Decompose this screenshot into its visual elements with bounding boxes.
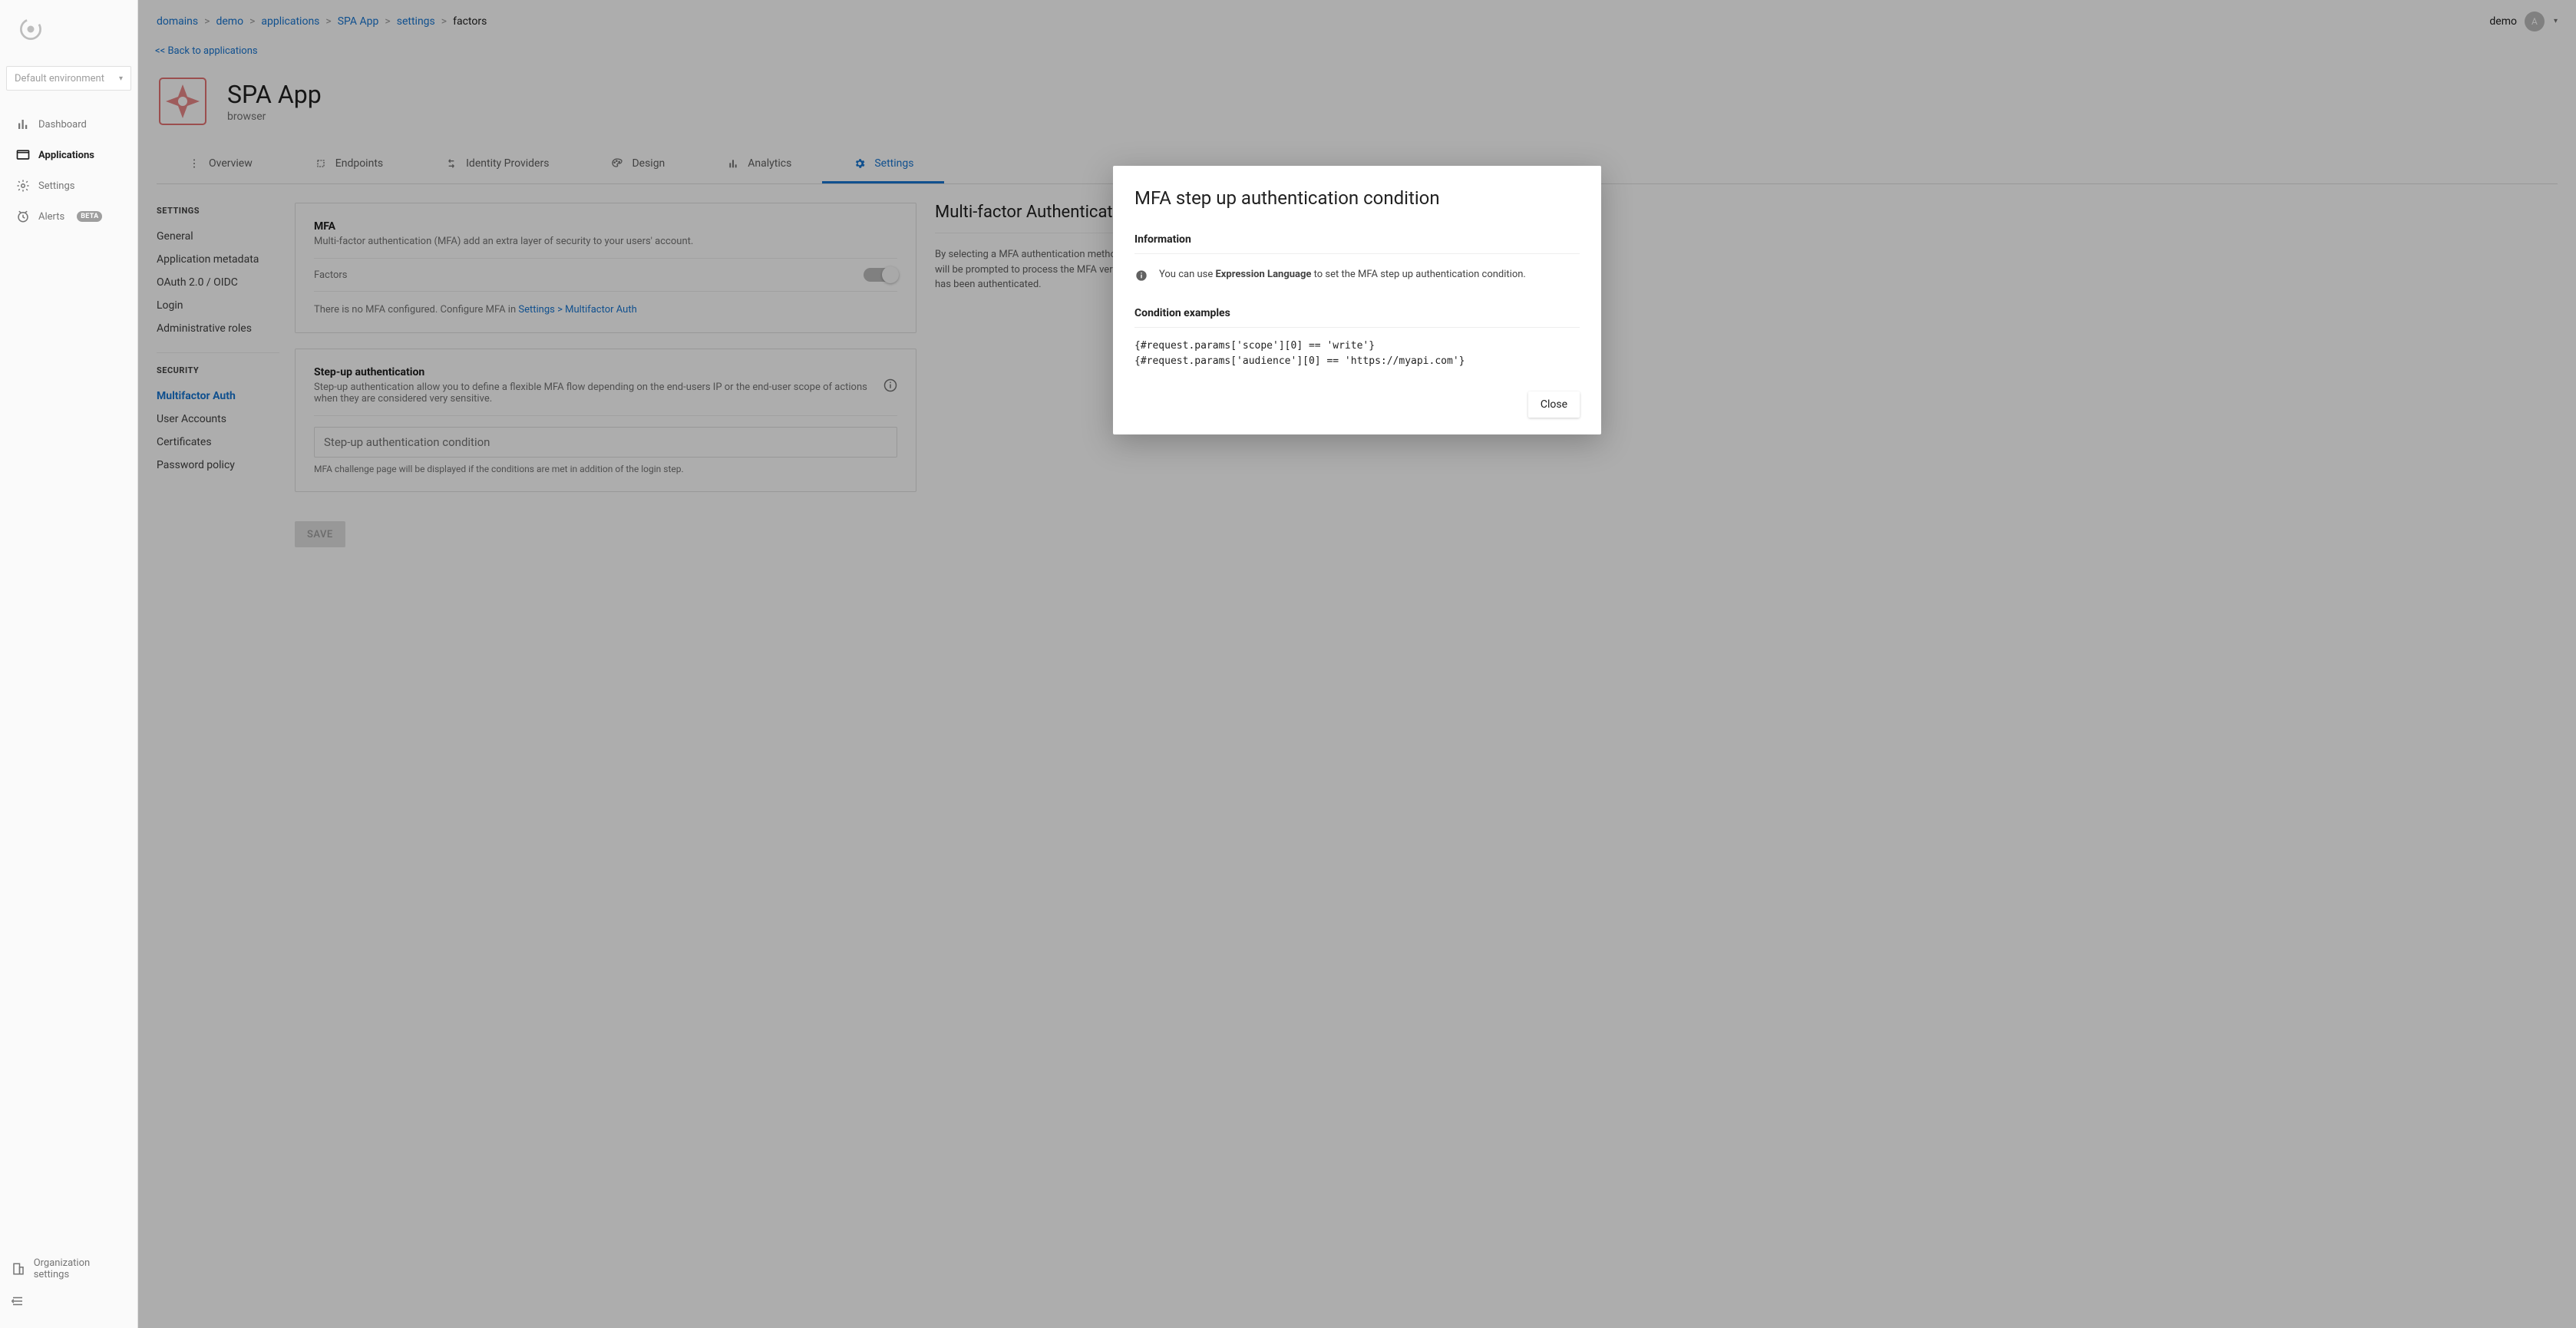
sidebar-item-organization-settings[interactable]: Organization settings <box>0 1250 137 1288</box>
modal-example-code: {#request.params['scope'][0] == 'write'}… <box>1134 328 1580 391</box>
collapse-sidebar-button[interactable] <box>0 1288 137 1314</box>
main-panel: domains> demo> applications> SPA App> se… <box>138 0 2576 1328</box>
modal-info-text-suffix: to set the MFA step up authentication co… <box>1311 269 1525 280</box>
modal-info-text-prefix: You can use <box>1159 269 1215 280</box>
modal-info-text-bold: Expression Language <box>1215 269 1311 280</box>
gear-icon <box>15 178 31 193</box>
clock-icon <box>15 209 31 224</box>
sidebar-item-alerts[interactable]: Alerts BETA <box>0 201 137 232</box>
sidebar-item-applications[interactable]: Applications <box>0 140 137 170</box>
sidebar-item-dashboard[interactable]: Dashboard <box>0 109 137 140</box>
close-button[interactable]: Close <box>1528 391 1580 418</box>
environment-select[interactable]: Default environment ▾ <box>6 66 131 91</box>
sidebar-item-label: Organization settings <box>34 1257 127 1280</box>
modal-section-examples: Condition examples <box>1134 299 1580 328</box>
beta-badge: BETA <box>77 211 102 222</box>
sidebar-item-label: Settings <box>38 180 74 192</box>
stepup-condition-modal: MFA step up authentication condition Inf… <box>1113 166 1601 434</box>
sidebar-item-label: Applications <box>38 150 94 161</box>
organization-icon <box>11 1261 26 1277</box>
dashboard-icon <box>15 117 31 132</box>
environment-select-label: Default environment <box>15 73 104 84</box>
sidebar-item-label: Alerts <box>38 211 64 223</box>
sidebar: Default environment ▾ Dashboard Applicat… <box>0 0 138 1328</box>
chevron-down-icon: ▾ <box>119 74 123 83</box>
sidebar-item-label: Dashboard <box>38 119 87 130</box>
modal-overlay[interactable]: MFA step up authentication condition Inf… <box>138 0 2576 1328</box>
info-icon <box>1134 269 1148 282</box>
modal-section-information: Information <box>1134 226 1580 254</box>
modal-info-text: You can use Expression Language to set t… <box>1159 268 1526 282</box>
applications-icon <box>15 147 31 163</box>
sidebar-item-settings[interactable]: Settings <box>0 170 137 201</box>
app-logo <box>17 15 45 43</box>
modal-title: MFA step up authentication condition <box>1134 187 1580 209</box>
